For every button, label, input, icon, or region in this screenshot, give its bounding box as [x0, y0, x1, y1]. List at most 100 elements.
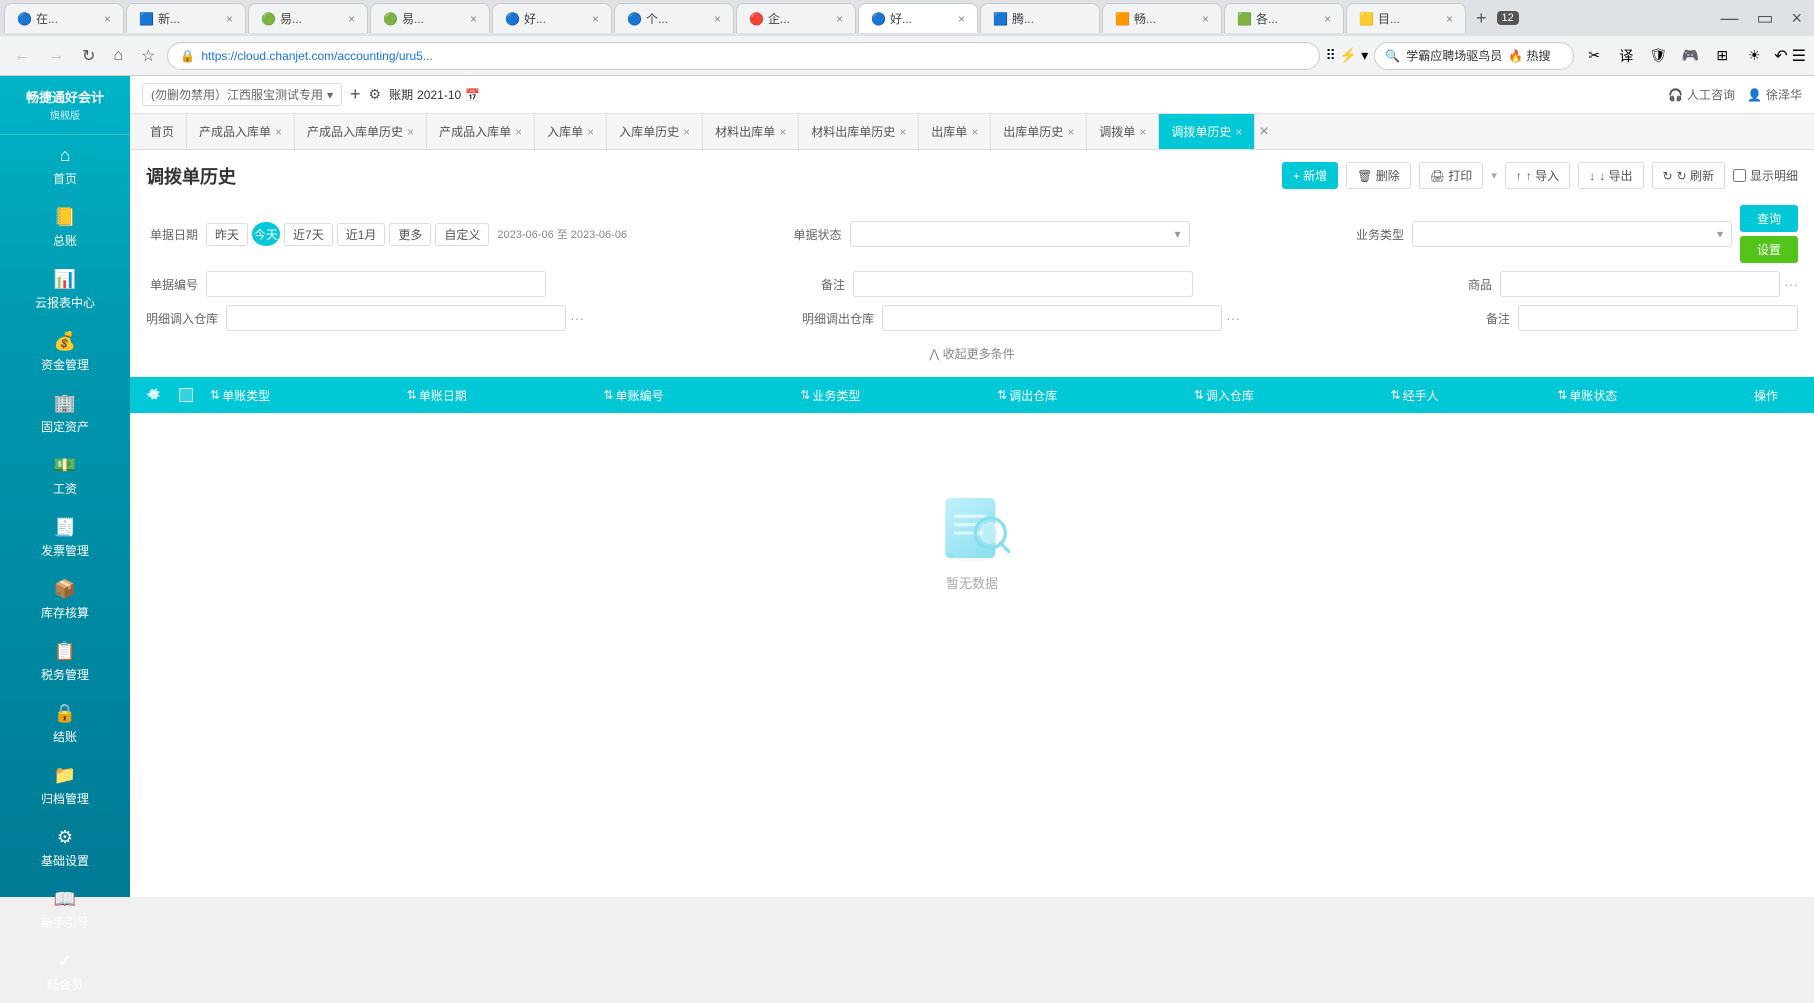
- home-button[interactable]: ⌂: [107, 43, 129, 69]
- detail-out-more-icon[interactable]: ···: [1226, 310, 1240, 326]
- sidebar-item-fund[interactable]: 💰 资金管理: [0, 321, 130, 383]
- sidebar-item-vip[interactable]: ✓ 畅会员: [0, 941, 130, 1003]
- th-select-all[interactable]: [170, 388, 202, 402]
- back-button[interactable]: ←: [8, 43, 36, 69]
- sidebar-item-home[interactable]: ⌂ 首页: [0, 135, 130, 197]
- tab-transfer-hist-close[interactable]: ×: [1235, 125, 1242, 139]
- tab-close-5[interactable]: ×: [592, 12, 599, 26]
- goods-more-icon[interactable]: ···: [1784, 276, 1798, 292]
- window-maximize-button[interactable]: ▭: [1748, 8, 1781, 29]
- display-toggle[interactable]: 显示明细: [1733, 167, 1798, 184]
- sidebar-item-inventory[interactable]: 📦 库存核算: [0, 569, 130, 631]
- tab-product-in2-close[interactable]: ×: [515, 125, 522, 139]
- tab-in-hist[interactable]: 入库单历史 ×: [607, 114, 703, 150]
- service-button[interactable]: 🎧 人工咨询: [1668, 86, 1735, 103]
- tab-out[interactable]: 出库单 ×: [919, 114, 991, 150]
- tab-product-in-hist-close[interactable]: ×: [407, 125, 414, 139]
- tab-mat-out-close[interactable]: ×: [779, 125, 786, 139]
- th-biztype[interactable]: ⇅ 业务类型: [792, 387, 989, 404]
- browser-search-bar[interactable]: 🔍 学霸应聘场驱鸟员 🔥 热搜: [1374, 42, 1574, 70]
- th-no[interactable]: ⇅ 单账编号: [596, 387, 793, 404]
- remark-input[interactable]: [853, 271, 1193, 297]
- sidebar-item-invoice[interactable]: 🧾 发票管理: [0, 507, 130, 569]
- collapse-button[interactable]: ⋀ 收起更多条件: [923, 339, 1020, 368]
- extension-lightning-icon[interactable]: ⚡: [1340, 47, 1357, 64]
- yesterday-btn[interactable]: 昨天: [206, 223, 248, 246]
- detail-remark-input[interactable]: [1518, 305, 1798, 331]
- tab-close-2[interactable]: ×: [226, 12, 233, 26]
- tab-mat-out-hist[interactable]: 材料出库单历史 ×: [799, 114, 919, 150]
- tab-in[interactable]: 入库单 ×: [535, 114, 607, 150]
- sidebar-item-salary[interactable]: 💵 工资: [0, 445, 130, 507]
- import-button[interactable]: ↑ ↑ 导入: [1505, 162, 1570, 189]
- th-handler[interactable]: ⇅ 经手人: [1383, 387, 1550, 404]
- new-tab-button[interactable]: +: [1468, 8, 1495, 29]
- tab-transfer[interactable]: 调拨单 ×: [1087, 114, 1159, 150]
- menu-icon[interactable]: ☰: [1792, 46, 1806, 66]
- ext-translate-icon[interactable]: 译: [1612, 42, 1640, 70]
- th-gear-icon[interactable]: [138, 387, 170, 403]
- goods-input[interactable]: [1500, 271, 1780, 297]
- ext-theme-icon[interactable]: ☀: [1740, 42, 1768, 70]
- window-close-button[interactable]: ×: [1783, 8, 1810, 29]
- th-status[interactable]: ⇅ 单账状态: [1549, 387, 1746, 404]
- tab-close-11[interactable]: ×: [1446, 12, 1453, 26]
- settings-gear-button[interactable]: ⚙: [369, 86, 382, 103]
- tab-out-close[interactable]: ×: [971, 125, 978, 139]
- undo-icon[interactable]: ↶: [1774, 46, 1787, 66]
- ext-shield-icon[interactable]: 🛡: [1644, 42, 1672, 70]
- ext-game-icon[interactable]: 🎮: [1676, 42, 1704, 70]
- sidebar-item-archive[interactable]: 📁 归档管理: [0, 755, 130, 817]
- tab-product-in2[interactable]: 产成品入库单 ×: [427, 114, 535, 150]
- tab-close-9[interactable]: ×: [1202, 12, 1209, 26]
- print-arrow[interactable]: ▾: [1491, 169, 1497, 182]
- today-btn[interactable]: 今天: [252, 222, 280, 246]
- tab-close-10[interactable]: ×: [1324, 12, 1331, 26]
- print-button[interactable]: 🖨 打印: [1419, 162, 1484, 189]
- sidebar-item-closing[interactable]: 🔒 结账: [0, 693, 130, 755]
- delete-button[interactable]: 🗑 删除: [1346, 162, 1411, 189]
- detail-in-more-icon[interactable]: ···: [570, 310, 584, 326]
- detail-in-input[interactable]: [226, 305, 566, 331]
- forward-button[interactable]: →: [42, 43, 70, 69]
- browser-tab-9[interactable]: 🟧 畅... ×: [1102, 3, 1222, 33]
- tab-close-current[interactable]: ×: [958, 12, 965, 26]
- status-select[interactable]: ▾: [850, 221, 1190, 247]
- month-btn[interactable]: 近1月: [337, 223, 386, 246]
- custom-date-btn[interactable]: 自定义: [435, 223, 489, 246]
- new-button[interactable]: + 新增: [1282, 162, 1338, 189]
- export-button[interactable]: ↓ ↓ 导出: [1578, 162, 1643, 189]
- tab-out-hist-close[interactable]: ×: [1067, 125, 1074, 139]
- tab-product-in[interactable]: 产成品入库单 ×: [187, 114, 295, 150]
- setting-button[interactable]: 设置: [1740, 236, 1798, 263]
- refresh-button[interactable]: ↻ ↻ 刷新: [1652, 162, 1725, 189]
- address-bar[interactable]: 🔒 https://cloud.chanjet.com/accounting/u…: [167, 42, 1319, 70]
- browser-tab-8[interactable]: 🟦 腾...: [980, 3, 1100, 33]
- tab-in-close[interactable]: ×: [587, 125, 594, 139]
- tab-mat-out[interactable]: 材料出库单 ×: [703, 114, 799, 150]
- th-outstore[interactable]: ⇅ 调出仓库: [989, 387, 1186, 404]
- tab-close-6[interactable]: ×: [714, 12, 721, 26]
- user-profile-button[interactable]: 👤 徐泽华: [1747, 86, 1802, 103]
- sidebar-item-report[interactable]: 📊 云报表中心: [0, 259, 130, 321]
- browser-tab-current[interactable]: 🔵 好... ×: [858, 3, 978, 33]
- browser-tab-3[interactable]: 🟢 易... ×: [248, 3, 368, 33]
- week-btn[interactable]: 近7天: [284, 223, 333, 246]
- display-checkbox[interactable]: [1733, 169, 1746, 182]
- th-date[interactable]: ⇅ 单账日期: [399, 387, 596, 404]
- browser-tab-4[interactable]: 🟢 易... ×: [370, 3, 490, 33]
- tab-in-hist-close[interactable]: ×: [683, 125, 690, 139]
- tab-transfer-close[interactable]: ×: [1139, 125, 1146, 139]
- browser-tab-11[interactable]: 🟨 目... ×: [1346, 3, 1466, 33]
- th-instore[interactable]: ⇅ 调入仓库: [1186, 387, 1383, 404]
- browser-tab-2[interactable]: 🟦 新... ×: [126, 3, 246, 33]
- tab-home[interactable]: 首页: [138, 114, 187, 150]
- company-selector[interactable]: (勿删勿禁用）江西服宝测试专用 ▾: [142, 83, 342, 106]
- docno-input[interactable]: [206, 271, 546, 297]
- tab-transfer-hist[interactable]: 调拨单历史 ×: [1159, 114, 1255, 150]
- add-company-button[interactable]: +: [350, 84, 361, 105]
- tab-close-4[interactable]: ×: [470, 12, 477, 26]
- window-minimize-button[interactable]: —: [1712, 8, 1746, 29]
- sidebar-item-settings[interactable]: ⚙ 基础设置: [0, 817, 130, 879]
- th-type[interactable]: ⇅ 单账类型: [202, 387, 399, 404]
